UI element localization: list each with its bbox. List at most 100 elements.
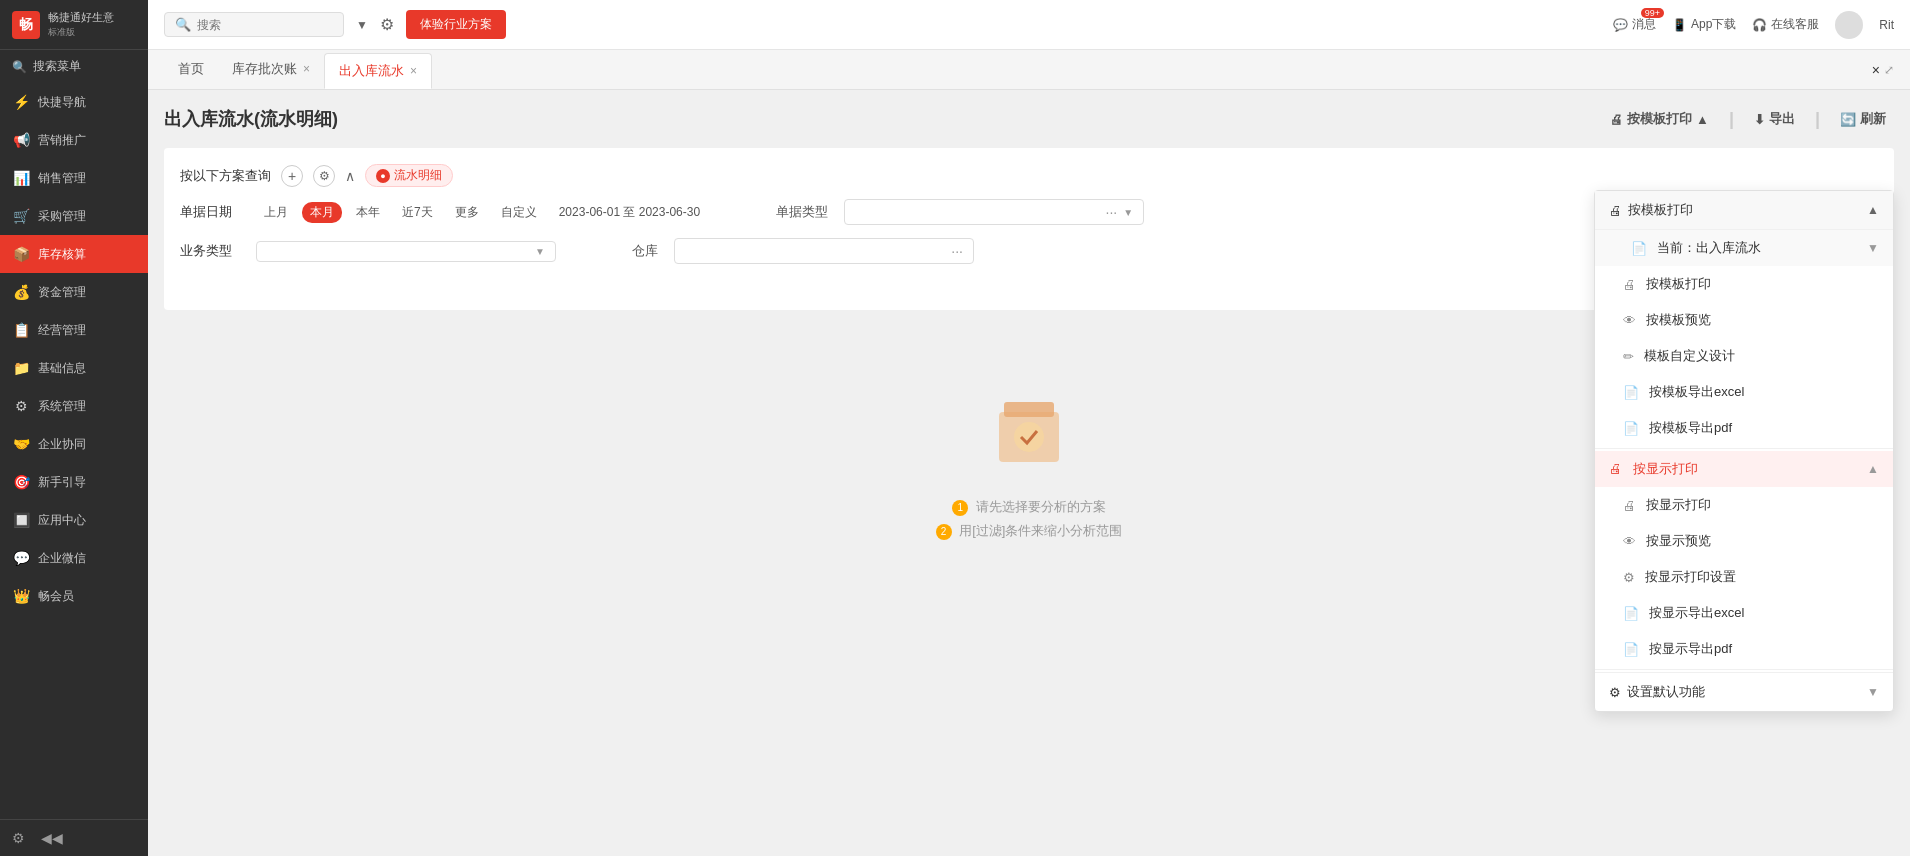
sidebar-item-app-center[interactable]: 🔲 应用中心 xyxy=(0,501,148,539)
dropdown-item-template-print[interactable]: 🖨 按模板打印 xyxy=(1595,266,1893,302)
dropdown-item-display-preview[interactable]: 👁 按显示预览 xyxy=(1595,523,1893,559)
sidebar-item-enterprise[interactable]: 🤝 企业协同 xyxy=(0,425,148,463)
dropdown-item-template-preview[interactable]: 👁 按模板预览 xyxy=(1595,302,1893,338)
sidebar-item-sales[interactable]: 📊 销售管理 xyxy=(0,159,148,197)
sidebar-item-guide[interactable]: 🎯 新手引导 xyxy=(0,463,148,501)
dropdown-item-template-export-excel[interactable]: 📄 按模板导出excel xyxy=(1595,374,1893,410)
template-custom-label: 模板自定义设计 xyxy=(1644,347,1735,365)
filter-date-custom[interactable]: 自定义 xyxy=(493,202,545,223)
trial-button[interactable]: 体验行业方案 xyxy=(406,10,506,39)
filter-business-select[interactable]: ▼ xyxy=(256,241,556,262)
dropdown-current-template[interactable]: 📄 当前：出入库流水 ▼ xyxy=(1595,230,1893,266)
filter-date-more[interactable]: 更多 xyxy=(447,202,487,223)
filter-type-arrow-icon[interactable]: ▼ xyxy=(1123,207,1133,218)
guide-icon: 🎯 xyxy=(12,473,30,491)
template-print-icon: 🖨 xyxy=(1623,277,1636,292)
dropdown-item-display-print[interactable]: 🖨 按显示打印 xyxy=(1595,487,1893,523)
filter-settings-button[interactable]: ⚙ xyxy=(313,165,335,187)
refresh-button[interactable]: 🔄 刷新 xyxy=(1832,106,1894,132)
filter-type-select[interactable]: ··· ▼ xyxy=(844,199,1144,225)
filter-type-dots-icon[interactable]: ··· xyxy=(1106,204,1118,220)
sidebar-item-basic[interactable]: 📁 基础信息 xyxy=(0,349,148,387)
display-export-excel-icon: 📄 xyxy=(1623,606,1639,621)
sidebar-settings-icon[interactable]: ⚙ xyxy=(12,830,25,846)
template-custom-icon: ✏ xyxy=(1623,349,1634,364)
dropdown-bottom-label: ⚙ 设置默认功能 xyxy=(1609,683,1705,701)
filter-date-this-month[interactable]: 本月 xyxy=(302,202,342,223)
filter-date-range: 2023-06-01 至 2023-06-30 xyxy=(559,204,700,221)
user-avatar[interactable] xyxy=(1835,11,1863,39)
sidebar: 畅 畅捷通好生意 标准版 🔍 搜索菜单 ⚡ 快捷导航 📢 营销推广 📊 销售管理… xyxy=(0,0,148,856)
sidebar-item-wechat[interactable]: 💬 企业微信 xyxy=(0,539,148,577)
svg-rect-1 xyxy=(1004,402,1054,417)
tabs-right-actions: × ⤢ xyxy=(1864,62,1894,78)
message-button[interactable]: 💬 消息 99+ xyxy=(1613,16,1656,33)
dropdown-item-display-export-excel[interactable]: 📄 按显示导出excel xyxy=(1595,595,1893,631)
dropdown-item-display-settings[interactable]: ⚙ 按显示打印设置 xyxy=(1595,559,1893,595)
tab-maximize-icon[interactable]: ⤢ xyxy=(1884,63,1894,77)
customer-service-button[interactable]: 🎧 在线客服 xyxy=(1752,16,1819,33)
sidebar-item-system[interactable]: ⚙ 系统管理 xyxy=(0,387,148,425)
print-template-label: 按模板打印 xyxy=(1627,110,1692,128)
tab-close-main-icon[interactable]: × xyxy=(1872,62,1880,78)
header-gear-icon[interactable]: ⚙ xyxy=(380,15,394,34)
main-area: 🔍 ▼ ⚙ 体验行业方案 💬 消息 99+ 📱 App下载 🎧 在线客服 Rit xyxy=(148,0,1910,856)
sidebar-item-member[interactable]: 👑 畅会员 xyxy=(0,577,148,615)
current-template-label: 当前：出入库流水 xyxy=(1657,239,1761,257)
sidebar-item-marketing[interactable]: 📢 营销推广 xyxy=(0,121,148,159)
filter-date-last-month[interactable]: 上月 xyxy=(256,202,296,223)
display-settings-icon: ⚙ xyxy=(1623,570,1635,585)
tab-current-close-icon[interactable]: × xyxy=(410,64,417,78)
tab-bar: 首页 库存批次账 × 出入库流水 × × ⤢ xyxy=(148,50,1910,90)
export-button[interactable]: ⬇ 导出 xyxy=(1746,106,1803,132)
tab-batch-close-icon[interactable]: × xyxy=(303,62,310,76)
sidebar-collapse-icon[interactable]: ◀◀ xyxy=(41,830,63,846)
sidebar-item-finance[interactable]: 💰 资金管理 xyxy=(0,273,148,311)
search-icon: 🔍 xyxy=(12,60,27,74)
dropdown-bottom-row[interactable]: ⚙ 设置默认功能 ▼ xyxy=(1595,672,1893,711)
inventory-icon: 📦 xyxy=(12,245,30,263)
dropdown-template-title: 🖨 按模板打印 xyxy=(1609,201,1693,219)
filter-warehouse-select[interactable]: ··· xyxy=(674,238,974,264)
template-export-excel-label: 按模板导出excel xyxy=(1649,383,1744,401)
sidebar-item-operations[interactable]: 📋 经营管理 xyxy=(0,311,148,349)
dropdown-item-display-export-pdf[interactable]: 📄 按显示导出pdf xyxy=(1595,631,1893,667)
tab-current-label: 出入库流水 xyxy=(339,62,404,80)
filter-warehouse-dots-icon[interactable]: ··· xyxy=(951,243,963,259)
filter-date-this-year[interactable]: 本年 xyxy=(348,202,388,223)
tab-batch[interactable]: 库存批次账 × xyxy=(218,52,324,88)
empty-hint-1: 1 请先选择要分析的方案 xyxy=(952,498,1106,516)
filter-business-arrow-icon[interactable]: ▼ xyxy=(535,246,545,257)
tab-current[interactable]: 出入库流水 × xyxy=(324,53,432,89)
filter-date-7days[interactable]: 近7天 xyxy=(394,202,441,223)
hint-1-num: 1 xyxy=(952,500,968,516)
app-download-button[interactable]: 📱 App下载 xyxy=(1672,16,1736,33)
filter-add-button[interactable]: + xyxy=(281,165,303,187)
header-search-box[interactable]: 🔍 xyxy=(164,12,344,37)
dropdown-display-section-header[interactable]: 🖨 按显示打印 ▲ xyxy=(1595,451,1893,487)
sidebar-search[interactable]: 🔍 搜索菜单 xyxy=(0,50,148,83)
dropdown-divider xyxy=(1595,448,1893,449)
sidebar-item-label: 企业微信 xyxy=(38,550,86,567)
dropdown-item-template-custom[interactable]: ✏ 模板自定义设计 xyxy=(1595,338,1893,374)
header-search-input[interactable] xyxy=(197,18,317,32)
dropdown-chevron-up-icon[interactable]: ▲ xyxy=(1867,203,1879,217)
sidebar-item-label: 销售管理 xyxy=(38,170,86,187)
current-template-icon: 📄 xyxy=(1631,241,1647,256)
app-download-label: App下载 xyxy=(1691,16,1736,33)
filter-collapse-button[interactable]: ∧ xyxy=(345,168,355,184)
header-dropdown-arrow[interactable]: ▼ xyxy=(356,18,368,32)
logo-badge: 标准版 xyxy=(48,26,114,39)
print-template-button[interactable]: 🖨 按模板打印 ▲ xyxy=(1602,106,1717,132)
tab-home[interactable]: 首页 xyxy=(164,52,218,88)
display-section-arrow-icon: ▲ xyxy=(1867,462,1879,476)
dropdown-bottom-text: 设置默认功能 xyxy=(1627,683,1705,701)
customer-service-icon: 🎧 xyxy=(1752,18,1767,32)
dropdown-item-template-export-pdf[interactable]: 📄 按模板导出pdf xyxy=(1595,410,1893,446)
print-template-icon: 🖨 xyxy=(1610,112,1623,127)
sidebar-item-purchase[interactable]: 🛒 采购管理 xyxy=(0,197,148,235)
sidebar-item-quick-nav[interactable]: ⚡ 快捷导航 xyxy=(0,83,148,121)
filter-tag[interactable]: ● 流水明细 xyxy=(365,164,453,187)
sidebar-item-inventory[interactable]: 📦 库存核算 xyxy=(0,235,148,273)
header-search-icon: 🔍 xyxy=(175,17,191,32)
